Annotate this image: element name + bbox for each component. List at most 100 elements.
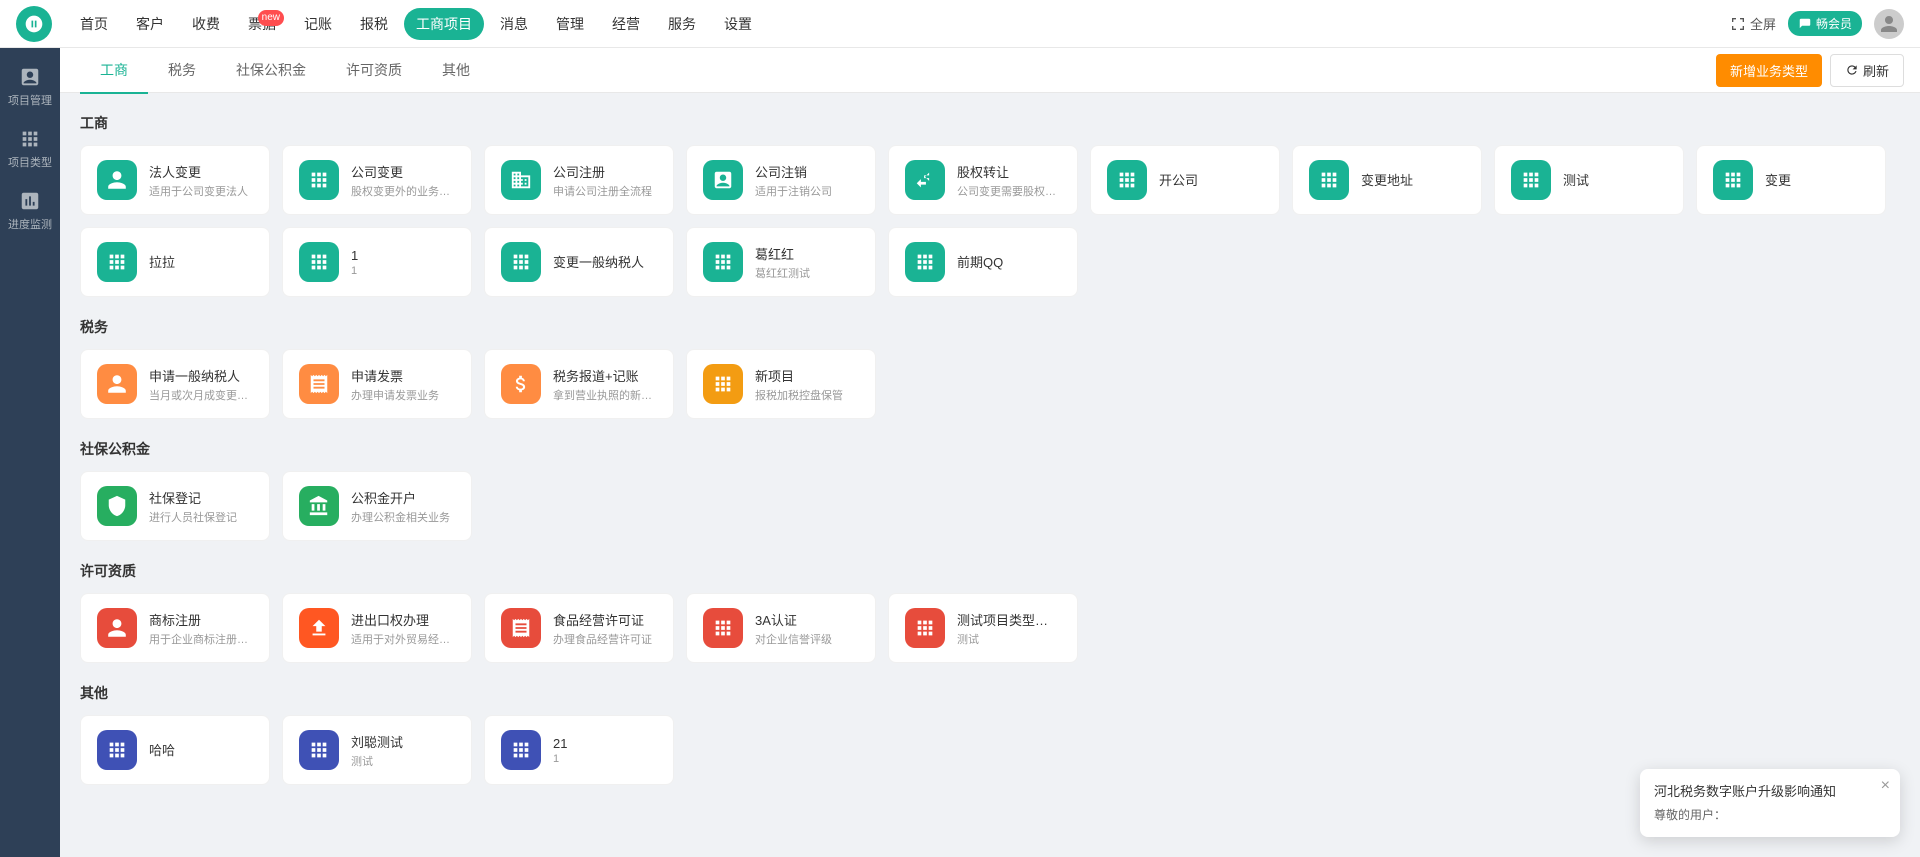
service-desc-0-0: 适用于公司变更法人 (149, 183, 253, 199)
service-card-4-2[interactable]: 211 (484, 715, 674, 785)
service-card-3-3[interactable]: 3A认证对企业信誉评级 (686, 593, 876, 663)
service-card-0-5[interactable]: 开公司 (1090, 145, 1280, 215)
sidebar-item-project-management[interactable]: 项目管理 (0, 56, 60, 118)
service-desc-0-3: 适用于注销公司 (755, 183, 859, 199)
service-card-2-1[interactable]: 公积金开户办理公积金相关业务 (282, 471, 472, 541)
notification-title: 河北税务数字账户升级影响通知 (1654, 781, 1886, 800)
nav-item-8[interactable]: 管理 (544, 8, 596, 40)
tab-toolbar-row: 工商税务社保公积金许可资质其他 新增业务类型 刷新 (60, 48, 1920, 93)
service-desc-3-4: 测试 (957, 631, 1061, 647)
service-card-4-0[interactable]: 哈哈 (80, 715, 270, 785)
service-desc-0-12: 葛红红测试 (755, 265, 859, 281)
service-icon-4-1 (299, 730, 339, 770)
service-card-0-4[interactable]: 股权转让公司变更需要股权转让 (888, 145, 1078, 215)
service-card-0-3[interactable]: 公司注销适用于注销公司 (686, 145, 876, 215)
tab-1[interactable]: 税务 (148, 48, 216, 94)
project-types-icon (19, 128, 41, 150)
service-desc-3-0: 用于企业商标注册服务 (149, 631, 253, 647)
tab-bar: 工商税务社保公积金许可资质其他 (60, 48, 1716, 92)
service-card-0-9[interactable]: 拉拉 (80, 227, 270, 297)
service-desc-4-2: 1 (553, 753, 657, 765)
service-card-1-1[interactable]: 申请发票办理申请发票业务 (282, 349, 472, 419)
service-card-0-8[interactable]: 变更 (1696, 145, 1886, 215)
user-avatar[interactable] (1874, 9, 1904, 39)
nav-item-5[interactable]: 报税 (348, 8, 400, 40)
service-info-0-11: 变更一般纳税人 (553, 252, 657, 273)
service-card-4-1[interactable]: 刘聪测试测试 (282, 715, 472, 785)
notification-body: 尊敬的用户： (1654, 806, 1886, 825)
service-info-3-4: 测试项目类型目定义测试 (957, 610, 1061, 647)
service-card-0-0[interactable]: 法人变更适用于公司变更法人 (80, 145, 270, 215)
service-card-3-1[interactable]: 进出口权办理适用于对外贸易经营者 (282, 593, 472, 663)
service-icon-3-0 (97, 608, 137, 648)
nav-item-7[interactable]: 消息 (488, 8, 540, 40)
fullscreen-label: 全屏 (1750, 14, 1776, 33)
new-type-button[interactable]: 新增业务类型 (1716, 54, 1822, 87)
nav-item-6[interactable]: 工商项目 (404, 8, 484, 40)
service-desc-2-1: 办理公积金相关业务 (351, 509, 455, 525)
service-info-0-12: 葛红红葛红红测试 (755, 244, 859, 281)
sidebar-item-project-types[interactable]: 项目类型 (0, 118, 60, 180)
notification-popup: × 河北税务数字账户升级影响通知 尊敬的用户： (1640, 769, 1900, 837)
nav-item-4[interactable]: 记账 (292, 8, 344, 40)
service-info-0-4: 股权转让公司变更需要股权转让 (957, 162, 1061, 199)
service-card-0-12[interactable]: 葛红红葛红红测试 (686, 227, 876, 297)
service-icon-0-7 (1511, 160, 1551, 200)
service-card-3-2[interactable]: 食品经营许可证办理食品经营许可证 (484, 593, 674, 663)
notification-close-button[interactable]: × (1881, 777, 1890, 795)
service-name-2-0: 社保登记 (149, 488, 253, 507)
service-desc-1-0: 当月或次月成变更完成 (149, 387, 253, 403)
tab-2[interactable]: 社保公积金 (216, 48, 326, 94)
service-card-2-0[interactable]: 社保登记进行人员社保登记 (80, 471, 270, 541)
service-name-3-1: 进出口权办理 (351, 610, 455, 629)
progress-monitor-icon (19, 190, 41, 212)
tab-4[interactable]: 其他 (422, 48, 490, 94)
sidebar-item-progress-monitor[interactable]: 进度监测 (0, 180, 60, 242)
tab-0[interactable]: 工商 (80, 48, 148, 94)
nav-item-2[interactable]: 收费 (180, 8, 232, 40)
nav-item-1[interactable]: 客户 (124, 8, 176, 40)
service-desc-3-2: 办理食品经营许可证 (553, 631, 657, 647)
service-name-0-2: 公司注册 (553, 162, 657, 181)
sidebar-item-label: 项目类型 (8, 154, 52, 170)
service-name-2-1: 公积金开户 (351, 488, 455, 507)
vip-button[interactable]: 畅会员 (1788, 11, 1862, 36)
service-name-4-0: 哈哈 (149, 740, 253, 759)
service-name-0-12: 葛红红 (755, 244, 859, 263)
service-desc-3-1: 适用于对外贸易经营者 (351, 631, 455, 647)
nav-menu: 首页客户收费票据new记账报税工商项目消息管理经营服务设置 (68, 8, 1730, 40)
service-card-3-4[interactable]: 测试项目类型目定义测试 (888, 593, 1078, 663)
service-card-0-7[interactable]: 测试 (1494, 145, 1684, 215)
service-card-0-10[interactable]: 11 (282, 227, 472, 297)
service-card-1-0[interactable]: 申请一般纳税人当月或次月成变更完成 (80, 349, 270, 419)
service-card-3-0[interactable]: 商标注册用于企业商标注册服务 (80, 593, 270, 663)
fullscreen-button[interactable]: 全屏 (1730, 14, 1776, 33)
service-info-4-0: 哈哈 (149, 740, 253, 761)
service-name-0-4: 股权转让 (957, 162, 1061, 181)
service-card-1-3[interactable]: 新项目报税加税控盘保管 (686, 349, 876, 419)
service-name-3-3: 3A认证 (755, 610, 859, 629)
service-card-0-2[interactable]: 公司注册申请公司注册全流程 (484, 145, 674, 215)
service-card-0-1[interactable]: 公司变更股权变更外的业务变更 (282, 145, 472, 215)
section-title-0: 工商 (80, 113, 1900, 133)
tab-3[interactable]: 许可资质 (326, 48, 422, 94)
nav-item-3[interactable]: 票据new (236, 8, 288, 40)
service-card-0-13[interactable]: 前期QQ (888, 227, 1078, 297)
service-icon-0-13 (905, 242, 945, 282)
service-info-3-2: 食品经营许可证办理食品经营许可证 (553, 610, 657, 647)
service-name-0-7: 测试 (1563, 170, 1667, 189)
nav-item-10[interactable]: 服务 (656, 8, 708, 40)
card-grid-0: 法人变更适用于公司变更法人公司变更股权变更外的业务变更公司注册申请公司注册全流程… (80, 145, 1900, 297)
service-icon-0-12 (703, 242, 743, 282)
refresh-button[interactable]: 刷新 (1830, 54, 1904, 87)
service-card-0-11[interactable]: 变更一般纳税人 (484, 227, 674, 297)
service-icon-1-2 (501, 364, 541, 404)
service-card-1-2[interactable]: 税务报道+记账拿到营业执照的新公司 (484, 349, 674, 419)
nav-item-9[interactable]: 经营 (600, 8, 652, 40)
nav-item-0[interactable]: 首页 (68, 8, 120, 40)
app-logo[interactable] (16, 6, 52, 42)
service-card-0-6[interactable]: 变更地址 (1292, 145, 1482, 215)
card-grid-4: 哈哈 刘聪测试测试211 (80, 715, 1900, 785)
nav-item-11[interactable]: 设置 (712, 8, 764, 40)
service-name-0-3: 公司注销 (755, 162, 859, 181)
